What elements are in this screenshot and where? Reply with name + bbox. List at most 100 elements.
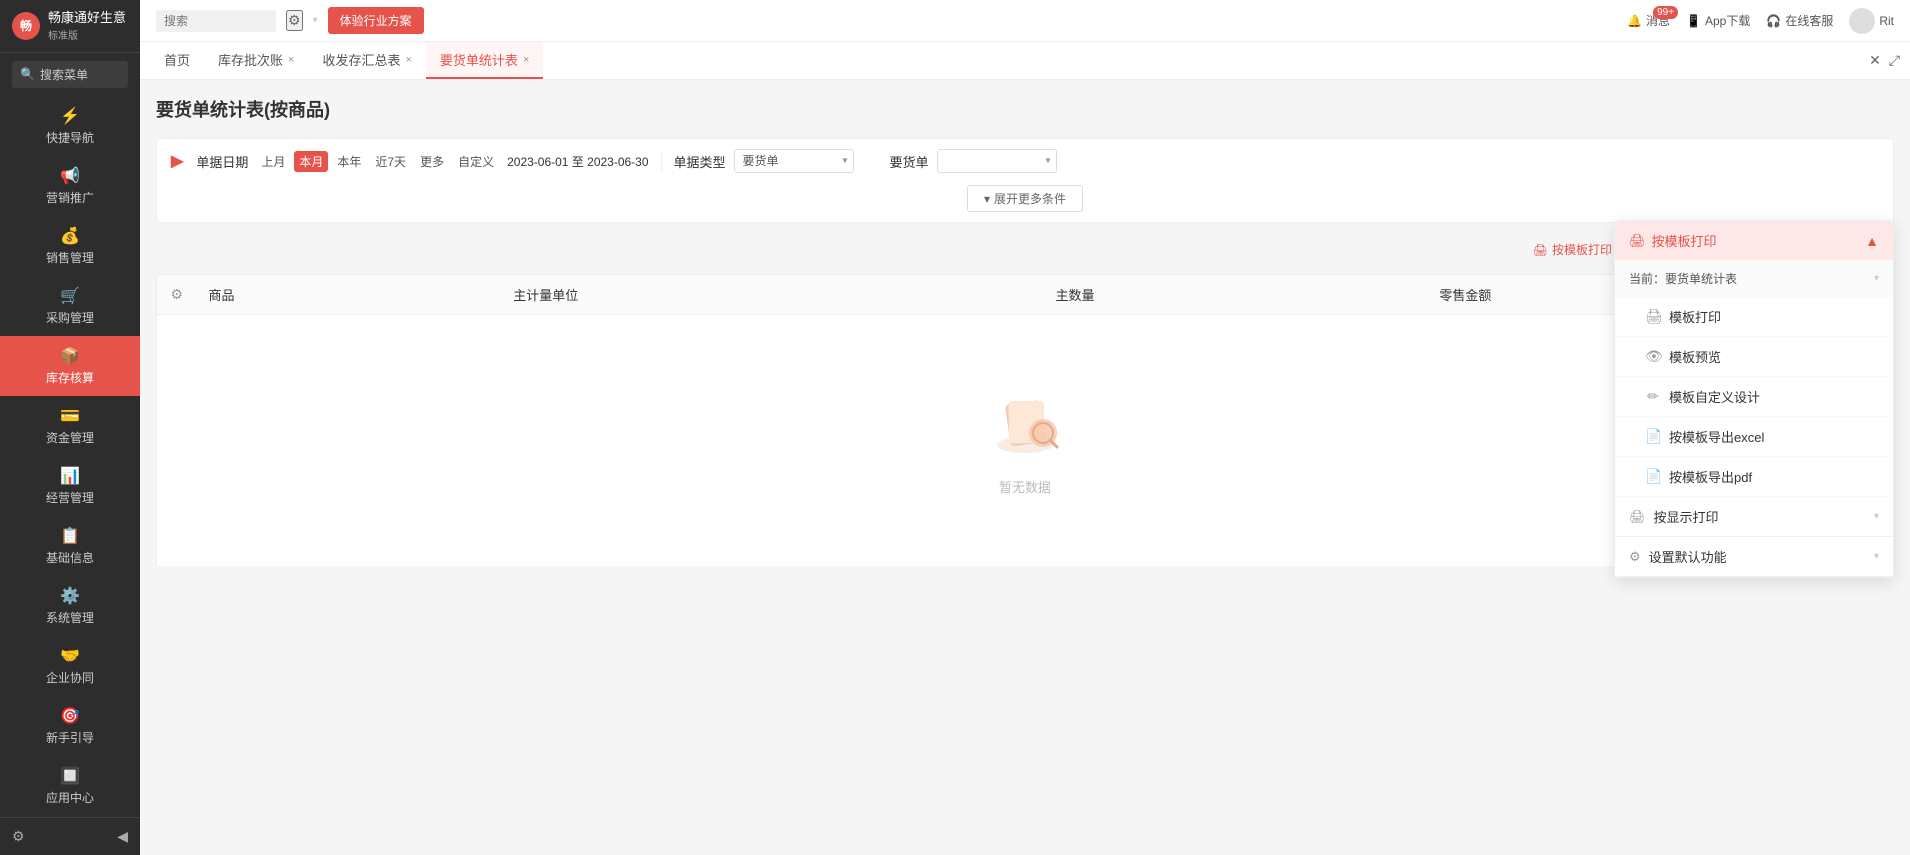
sidebar-item-purchase[interactable]: 🛒 采购管理	[0, 276, 140, 336]
date-current-year[interactable]: 本年	[332, 151, 366, 172]
tab-inventory-batch[interactable]: 库存批次账 ×	[204, 42, 308, 79]
dropdown-item-export-excel[interactable]: 📄 按模板导出excel	[1615, 417, 1893, 457]
printer-icon: 🖨	[1533, 243, 1548, 257]
date-prev-month[interactable]: 上月	[256, 151, 290, 172]
sidebar-item-inventory[interactable]: 📦 库存核算	[0, 336, 140, 396]
sidebar-item-apps[interactable]: 🔲 应用中心	[0, 756, 140, 816]
tab-close-collection-summary[interactable]: ×	[405, 54, 411, 66]
template-preview-icon: 👁	[1645, 348, 1661, 365]
filter-expand-row: ▾ 展开更多条件	[171, 185, 1879, 212]
avatar	[1849, 8, 1875, 34]
date-last7days[interactable]: 近7天	[370, 151, 411, 172]
sidebar-item-operations[interactable]: 📊 经营管理	[0, 456, 140, 516]
display-print-icon: 🖨	[1629, 509, 1646, 525]
settings-button[interactable]: ⚙	[12, 828, 25, 845]
dropdown-panel-header: 🖨 按模板打印 ▲	[1615, 221, 1893, 260]
app-badge: 标准版	[48, 27, 126, 42]
template-print-icon: 🖨	[1645, 308, 1661, 325]
finance-icon: 💳	[60, 406, 80, 426]
dropdown-item-template-preview[interactable]: 👁 模板预览	[1615, 337, 1893, 377]
dropdown-panel: 🖨 按模板打印 ▲ 当前：要货单统计表 ▾ 🖨 模板打印 👁 模板预览 ✏ 模板…	[1614, 220, 1894, 578]
sidebar-item-marketing[interactable]: 📢 营销推广	[0, 156, 140, 216]
sidebar-item-quick-nav[interactable]: ⚡ 快捷导航	[0, 96, 140, 156]
type-filter-label: 单据类型	[674, 152, 726, 171]
collab-icon: 🤝	[60, 646, 80, 666]
collapse-button[interactable]: ◀	[117, 828, 128, 845]
page-title: 要货单统计表(按商品)	[156, 96, 1894, 122]
dropdown-section-display-print[interactable]: 🖨 按显示打印 ▾	[1615, 497, 1893, 537]
sidebar-nav: ⚡ 快捷导航 📢 营销推广 💰 销售管理 🛒 采购管理 📦 库存核算 💳 资金管…	[0, 96, 140, 817]
sidebar-item-collab[interactable]: 🤝 企业协同	[0, 636, 140, 696]
tab-bar: 首页 库存批次账 × 收发存汇总表 × 要货单统计表 × ✕ ⤢	[140, 42, 1910, 80]
service-icon: 🎧	[1766, 14, 1781, 28]
set-default-icon: ⚙	[1629, 549, 1641, 565]
table-settings-icon[interactable]: ⚙	[170, 286, 183, 302]
export-pdf-icon: 📄	[1645, 468, 1661, 485]
table-col-unit: 主计量单位	[501, 275, 1043, 315]
trial-button[interactable]: 体验行业方案	[328, 7, 424, 34]
filter-expand-button[interactable]: ▶	[171, 151, 183, 171]
guide-icon: 🎯	[60, 706, 80, 726]
top-header: ⚙ ▾ 体验行业方案 🔔 消息 99+ 📱 App下载 🎧 在线客服 Rit	[140, 0, 1910, 42]
set-default-chevron-icon: ▾	[1874, 551, 1879, 562]
date-buttons: 上月 本月 本年 近7天 更多 自定义	[256, 151, 499, 172]
marketing-icon: 📢	[60, 166, 80, 186]
current-item-chevron-icon: ▾	[1874, 273, 1879, 284]
tab-order-stats[interactable]: 要货单统计表 ×	[426, 42, 543, 79]
header-right: 🔔 消息 99+ 📱 App下载 🎧 在线客服 Rit	[1627, 8, 1894, 34]
type-select-wrapper: 要货单	[734, 149, 854, 173]
main-area: ⚙ ▾ 体验行业方案 🔔 消息 99+ 📱 App下载 🎧 在线客服 Rit	[140, 0, 1910, 855]
sidebar-item-finance[interactable]: 💳 资金管理	[0, 396, 140, 456]
date-filter-label: 单据日期	[196, 152, 248, 171]
system-icon: ⚙️	[60, 586, 80, 606]
download-icon: 📱	[1686, 14, 1701, 28]
sidebar-item-system[interactable]: ⚙️ 系统管理	[0, 576, 140, 636]
sidebar-search-area: 🔍 搜索菜单	[0, 53, 140, 96]
dropdown-section-set-default[interactable]: ⚙ 设置默认功能 ▾	[1615, 537, 1893, 577]
app-download-item[interactable]: 📱 App下载	[1686, 12, 1750, 29]
type-select[interactable]: 要货单	[734, 149, 854, 173]
chevron-down-icon: ▾	[984, 192, 990, 206]
dropdown-item-export-pdf[interactable]: 📄 按模板导出pdf	[1615, 457, 1893, 497]
page-content: 要货单统计表(按商品) ▶ 单据日期 上月 本月 本年 近7天 更多 自定义 2…	[140, 80, 1910, 855]
header-gear-button[interactable]: ⚙	[286, 10, 303, 31]
table-col-settings[interactable]: ⚙	[157, 275, 197, 315]
bell-icon: 🔔	[1627, 14, 1642, 28]
maximize-button[interactable]: ⤢	[1889, 52, 1900, 69]
dropdown-item-template-design[interactable]: ✏ 模板自定义设计	[1615, 377, 1893, 417]
dropdown-arrow-icon: ▾	[313, 15, 318, 26]
date-more[interactable]: 更多	[415, 151, 449, 172]
tab-close-order-stats[interactable]: ×	[523, 54, 529, 66]
goods-select-wrapper	[937, 149, 1057, 173]
notifications-item[interactable]: 🔔 消息 99+	[1627, 12, 1670, 29]
tab-home[interactable]: 首页	[150, 42, 204, 79]
sales-icon: 💰	[60, 226, 80, 246]
search-menu-button[interactable]: 🔍 搜索菜单	[12, 61, 128, 88]
sidebar-footer: ⚙ ◀	[0, 817, 140, 855]
expand-more-button[interactable]: ▾ 展开更多条件	[967, 185, 1083, 212]
operations-icon: 📊	[60, 466, 80, 486]
notification-badge: 99+	[1653, 6, 1678, 19]
date-custom[interactable]: 自定义	[453, 151, 499, 172]
printer-dropdown-icon: 🖨	[1629, 233, 1646, 249]
app-name: 畅康通好生意	[48, 10, 126, 27]
dropdown-item-template-print[interactable]: 🖨 模板打印	[1615, 297, 1893, 337]
sidebar-item-basic[interactable]: 📋 基础信息	[0, 516, 140, 576]
close-all-tabs-button[interactable]: ✕	[1869, 52, 1881, 69]
online-service-item[interactable]: 🎧 在线客服	[1766, 12, 1833, 29]
sidebar-item-sales[interactable]: 💰 销售管理	[0, 216, 140, 276]
tab-close-inventory-batch[interactable]: ×	[288, 54, 294, 66]
header-search-input[interactable]	[156, 10, 276, 32]
apps-icon: 🔲	[60, 766, 80, 786]
goods-select[interactable]	[937, 149, 1057, 173]
date-current-month[interactable]: 本月	[294, 151, 328, 172]
sidebar-item-guide[interactable]: 🎯 新手引导	[0, 696, 140, 756]
dropdown-current-item[interactable]: 当前：要货单统计表 ▾	[1615, 260, 1893, 297]
basic-icon: 📋	[60, 526, 80, 546]
purchase-icon: 🛒	[60, 286, 80, 306]
display-print-chevron-icon: ▾	[1874, 511, 1879, 522]
user-profile-item[interactable]: Rit	[1849, 8, 1894, 34]
dropdown-close-button[interactable]: ▲	[1865, 233, 1879, 249]
tab-collection-summary[interactable]: 收发存汇总表 ×	[308, 42, 425, 79]
table-col-goods: 商品	[197, 275, 502, 315]
